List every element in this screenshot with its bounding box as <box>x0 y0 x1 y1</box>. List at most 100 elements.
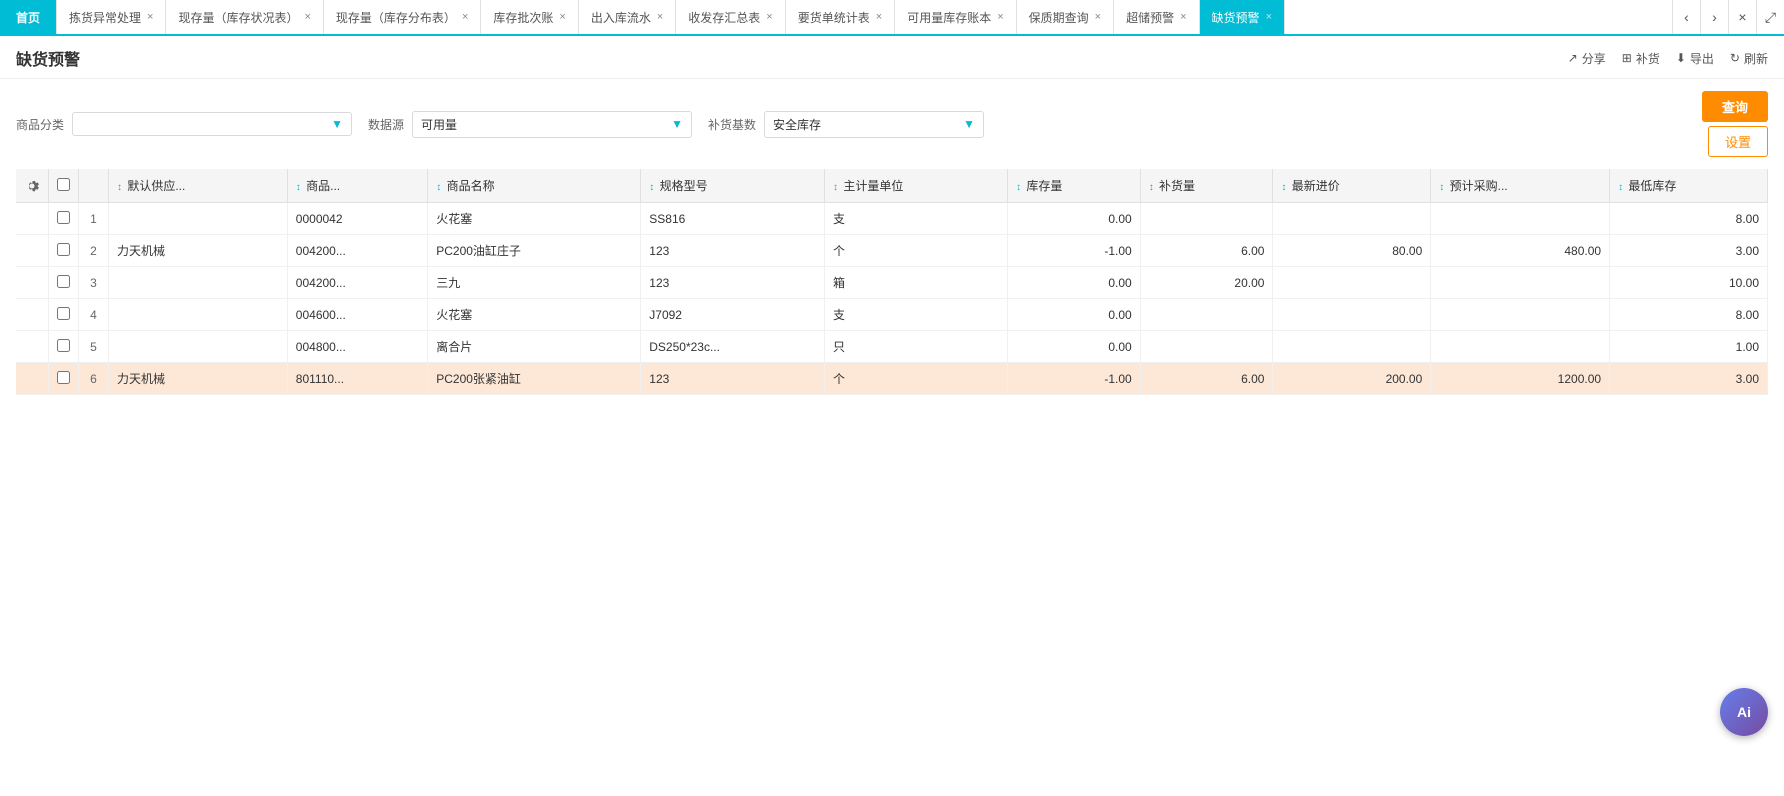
row-unit: 支 <box>825 203 1008 235</box>
table-header-row: ↕ 默认供应... ↕ 商品... ↕ 商品名称 ↕ 规格型号 <box>16 169 1768 203</box>
row-replenish: 6.00 <box>1140 363 1273 395</box>
tab-next-button[interactable]: › <box>1700 0 1728 35</box>
replenish-button[interactable]: ⊞ 补货 <box>1622 50 1660 67</box>
row-product-code: 004200... <box>287 267 427 299</box>
sort-name-icon: ↕ <box>436 182 441 193</box>
category-select[interactable]: ▼ <box>72 112 352 136</box>
row-product-name: 火花塞 <box>428 203 641 235</box>
tab-available-close[interactable]: × <box>997 11 1003 23</box>
share-button[interactable]: ↗ 分享 <box>1568 50 1606 67</box>
table-row: 5 004800... 离合片 DS250*23c... 只 0.00 1.00 <box>16 331 1768 363</box>
row-latest-price: 80.00 <box>1273 235 1431 267</box>
row-gear-cell <box>16 331 49 363</box>
row-product-code: 0000042 <box>287 203 427 235</box>
header-actions: ↗ 分享 ⊞ 补货 ⬇ 导出 ↻ 刷新 <box>1568 50 1768 67</box>
row-product-code: 004200... <box>287 235 427 267</box>
sort-price-icon: ↕ <box>1281 182 1286 193</box>
row-min-stock: 1.00 <box>1610 331 1768 363</box>
category-filter-label: 商品分类 <box>16 116 64 133</box>
tab-inventory-dist-close[interactable]: × <box>462 11 468 23</box>
tab-collect[interactable]: 收发存汇总表 × <box>676 0 785 35</box>
tab-available[interactable]: 可用量库存账本 × <box>895 0 1016 35</box>
th-product-name: ↕ 商品名称 <box>428 169 641 203</box>
tab-expand-button[interactable]: ⤢ <box>1756 0 1784 35</box>
row-stock: -1.00 <box>1007 363 1140 395</box>
row-stock: 0.00 <box>1007 331 1140 363</box>
tab-batch-close[interactable]: × <box>559 11 565 23</box>
row-checkbox-cell <box>49 203 79 235</box>
tab-shortage-label: 缺货预警 <box>1212 9 1260 26</box>
tab-abnormal[interactable]: 拣货异常处理 × <box>57 0 166 35</box>
tab-demand-close[interactable]: × <box>876 11 882 23</box>
tab-shortage[interactable]: 缺货预警 × <box>1200 0 1285 35</box>
table-body: 1 0000042 火花塞 SS816 支 0.00 8.00 2 力天机械 0… <box>16 203 1768 395</box>
tab-inventory-status[interactable]: 现存量（库存状况表） × <box>166 0 323 35</box>
query-button[interactable]: 查询 <box>1702 91 1768 122</box>
th-product-code: ↕ 商品... <box>287 169 427 203</box>
tab-close-all-button[interactable]: × <box>1728 0 1756 35</box>
tab-home[interactable]: 首页 <box>0 0 57 35</box>
row-checkbox-cell <box>49 235 79 267</box>
row-checkbox[interactable] <box>57 339 70 352</box>
row-checkbox[interactable] <box>57 211 70 224</box>
row-stock: 0.00 <box>1007 267 1140 299</box>
sort-unit-icon: ↕ <box>833 182 838 193</box>
setting-button[interactable]: 设置 <box>1708 126 1768 157</box>
select-all-checkbox[interactable] <box>57 178 70 191</box>
datasource-filter-label: 数据源 <box>368 116 404 133</box>
row-min-stock: 8.00 <box>1610 203 1768 235</box>
replenish-select[interactable]: 安全库存 ▼ <box>764 111 984 138</box>
row-est-purchase: 1200.00 <box>1431 363 1610 395</box>
tab-overstock[interactable]: 超储预警 × <box>1114 0 1199 35</box>
ai-button[interactable]: Ai <box>1720 688 1768 736</box>
data-table: ↕ 默认供应... ↕ 商品... ↕ 商品名称 ↕ 规格型号 <box>16 169 1768 395</box>
row-est-purchase <box>1431 331 1610 363</box>
row-number: 3 <box>79 267 109 299</box>
tab-inout-label: 出入库流水 <box>591 9 651 26</box>
export-icon: ⬇ <box>1676 51 1686 65</box>
row-checkbox[interactable] <box>57 243 70 256</box>
tab-prev-button[interactable]: ‹ <box>1672 0 1700 35</box>
tab-abnormal-label: 拣货异常处理 <box>69 9 141 26</box>
datasource-select[interactable]: 可用量 ▼ <box>412 111 692 138</box>
tab-overstock-close[interactable]: × <box>1180 11 1186 23</box>
export-button[interactable]: ⬇ 导出 <box>1676 50 1714 67</box>
tab-shortage-close[interactable]: × <box>1266 11 1272 23</box>
tab-inventory-dist[interactable]: 现存量（库存分布表） × <box>324 0 481 35</box>
tab-demand[interactable]: 要货单统计表 × <box>786 0 895 35</box>
row-checkbox[interactable] <box>57 307 70 320</box>
row-product-code: 004600... <box>287 299 427 331</box>
row-checkbox-cell <box>49 299 79 331</box>
row-checkbox[interactable] <box>57 371 70 384</box>
filter-actions: 查询 设置 <box>1702 91 1768 157</box>
row-stock: 0.00 <box>1007 299 1140 331</box>
th-row-num <box>79 169 109 203</box>
th-min-stock: ↕ 最低库存 <box>1610 169 1768 203</box>
row-default-supplier <box>109 267 288 299</box>
tab-inout-close[interactable]: × <box>657 11 663 23</box>
tab-inout[interactable]: 出入库流水 × <box>579 0 676 35</box>
th-unit: ↕ 主计量单位 <box>825 169 1008 203</box>
row-unit: 个 <box>825 235 1008 267</box>
datasource-select-value: 可用量 <box>421 116 457 133</box>
gear-icon[interactable] <box>24 178 40 194</box>
sort-code-icon: ↕ <box>296 182 301 193</box>
th-gear <box>16 169 49 203</box>
tab-expiry-close[interactable]: × <box>1095 11 1101 23</box>
tab-expiry[interactable]: 保质期查询 × <box>1017 0 1114 35</box>
tab-collect-close[interactable]: × <box>766 11 772 23</box>
row-spec: 123 <box>641 267 825 299</box>
replenish-label: 补货 <box>1636 50 1660 67</box>
row-default-supplier <box>109 203 288 235</box>
row-checkbox-cell <box>49 331 79 363</box>
row-checkbox[interactable] <box>57 275 70 288</box>
row-latest-price <box>1273 203 1431 235</box>
row-est-purchase <box>1431 203 1610 235</box>
row-gear-cell <box>16 203 49 235</box>
tab-inventory-status-close[interactable]: × <box>304 11 310 23</box>
row-number: 4 <box>79 299 109 331</box>
refresh-label: 刷新 <box>1744 50 1768 67</box>
tab-abnormal-close[interactable]: × <box>147 11 153 23</box>
tab-batch[interactable]: 库存批次账 × <box>481 0 578 35</box>
refresh-button[interactable]: ↻ 刷新 <box>1730 50 1768 67</box>
